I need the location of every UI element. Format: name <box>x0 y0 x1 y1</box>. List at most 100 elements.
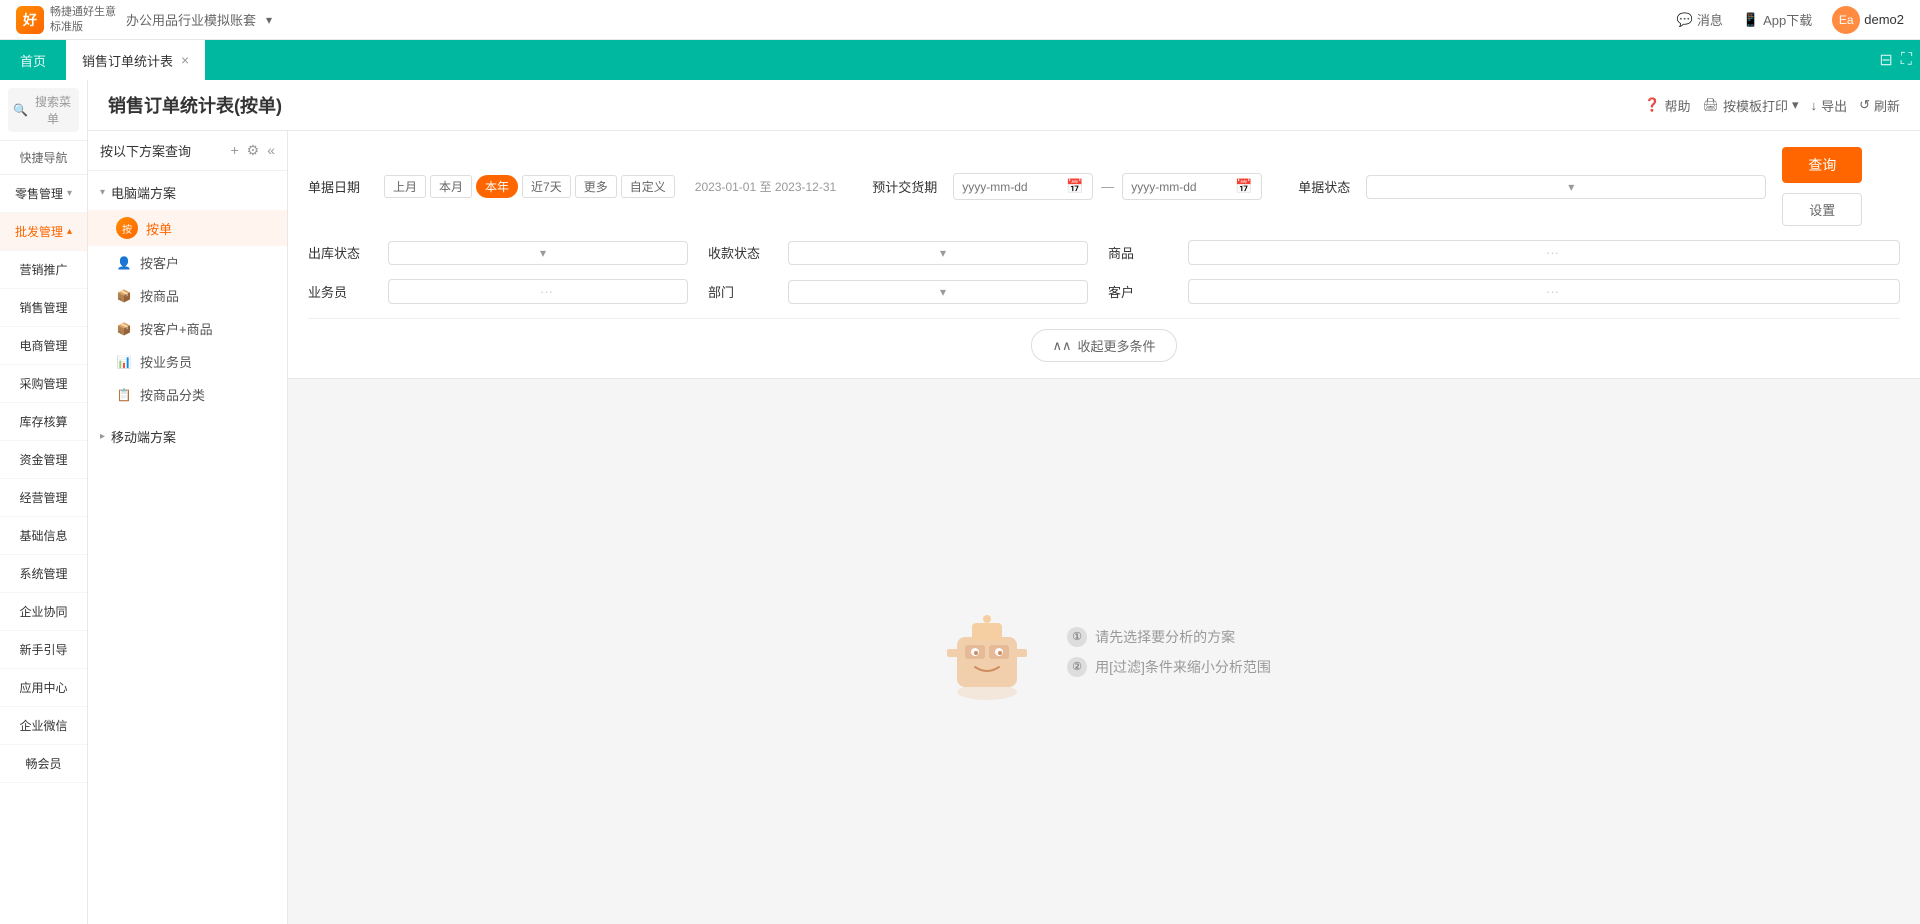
sidebar-item-guide[interactable]: 新手引导 <box>0 631 87 669</box>
sidebar-item-system[interactable]: 系统管理 <box>0 555 87 593</box>
by-product-icon: 📦 <box>116 288 132 304</box>
calendar-end-icon[interactable]: 📅 <box>1235 178 1252 195</box>
top-bar-right: 💬 消息 📱 App下载 Ea demo2 <box>1677 6 1904 34</box>
chevron-up-icon: ▴ <box>67 226 72 237</box>
sidebar-item-marketing[interactable]: 营销推广 <box>0 251 87 289</box>
by-order-icon: 按 <box>116 217 138 239</box>
tab-bar-actions: ⊟ ⛶ <box>1879 40 1920 80</box>
nav-item-by-category[interactable]: 📋 按商品分类 <box>88 378 287 411</box>
add-scheme-btn[interactable]: + <box>230 142 238 159</box>
by-salesperson-icon: 📊 <box>116 354 132 370</box>
department-label: 部门 <box>708 282 768 301</box>
filter-row-3: 业务员 ··· 部门 ▾ 客户 ··· <box>308 279 1900 304</box>
nav-group-desktop-header[interactable]: ▾ 电脑端方案 <box>88 175 287 210</box>
salesperson-ellipsis: ··· <box>540 284 677 299</box>
shipment-chevron-icon: ▾ <box>540 246 677 260</box>
shipment-label: 出库状态 <box>308 243 368 262</box>
empty-illustration <box>937 597 1037 707</box>
settings-scheme-btn[interactable]: ⚙ <box>247 142 260 159</box>
search-menu-btn[interactable]: 🔍 搜索菜单 <box>8 88 79 132</box>
right-main: 销售订单统计表(按单) ❓ 帮助 🖨 按模板打印 ▾ ↓ 导出 ↺ 刷新 <box>88 80 1920 924</box>
sidebar-item-basic-info[interactable]: 基础信息 <box>0 517 87 555</box>
delivery-date-end-input[interactable] <box>1131 180 1231 194</box>
app-download-btn[interactable]: 📱 App下载 <box>1743 10 1812 29</box>
help-btn[interactable]: ❓ 帮助 <box>1644 96 1690 115</box>
dropdown-icon[interactable]: ▾ <box>266 13 272 27</box>
nav-group-mobile-header[interactable]: ▸ 移动端方案 <box>88 419 287 454</box>
left-panel-header: 按以下方案查询 + ⚙ « <box>88 131 287 171</box>
department-select[interactable]: ▾ <box>788 280 1088 304</box>
print-icon: 🖨 <box>1703 97 1720 113</box>
collapse-conditions-btn[interactable]: ∧∧ 收起更多条件 <box>1031 329 1176 362</box>
date-btn-more[interactable]: 更多 <box>575 175 617 198</box>
sidebar-quick-nav[interactable]: 快捷导航 <box>0 141 87 175</box>
collapse-panel-btn[interactable]: « <box>267 142 275 159</box>
sidebar-item-app-center[interactable]: 应用中心 <box>0 669 87 707</box>
sidebar-search: 🔍 搜索菜单 <box>0 80 87 141</box>
status-select[interactable]: ▾ <box>1366 175 1766 199</box>
content-wrapper: 按以下方案查询 + ⚙ « ▾ 电脑端方案 按 按单 <box>88 131 1920 924</box>
nav-item-by-order[interactable]: 按 按单 <box>88 210 287 246</box>
sidebar-item-operations[interactable]: 经营管理 <box>0 479 87 517</box>
sidebar-item-sales[interactable]: 销售管理 <box>0 289 87 327</box>
customer-label: 客户 <box>1108 282 1168 301</box>
nav-group-mobile: ▸ 移动端方案 <box>88 415 287 458</box>
shipment-select[interactable]: ▾ <box>388 241 688 265</box>
delivery-date-inputs: 📅 — 📅 <box>953 173 1262 200</box>
empty-hint-1: ① 请先选择要分析的方案 <box>1067 627 1271 647</box>
salesperson-select[interactable]: ··· <box>388 279 688 304</box>
nav-item-by-customer[interactable]: 👤 按客户 <box>88 246 287 279</box>
calendar-start-icon[interactable]: 📅 <box>1066 178 1083 195</box>
logo-icon: 好 <box>16 6 44 34</box>
status-chevron-icon: ▾ <box>1568 180 1755 194</box>
date-separator: — <box>1101 179 1114 194</box>
top-bar: 好 畅捷通好生意 标准版 办公用品行业模拟账套 ▾ 💬 消息 📱 App下载 E… <box>0 0 1920 40</box>
logo-text: 畅捷通好生意 标准版 <box>50 5 116 34</box>
sidebar-item-wechat[interactable]: 企业微信 <box>0 707 87 745</box>
nav-item-by-product[interactable]: 📦 按商品 <box>88 279 287 312</box>
nav-item-by-salesperson[interactable]: 📊 按业务员 <box>88 345 287 378</box>
tab-close-btn[interactable]: × <box>181 52 189 68</box>
sidebar-item-inventory[interactable]: 库存核算 <box>0 403 87 441</box>
nav-item-by-customer-product[interactable]: 📦 按客户+商品 <box>88 312 287 345</box>
department-chevron-icon: ▾ <box>940 285 1077 299</box>
left-panel: 按以下方案查询 + ⚙ « ▾ 电脑端方案 按 按单 <box>88 131 288 924</box>
collapse-bar: ∧∧ 收起更多条件 <box>308 318 1900 362</box>
export-icon: ↓ <box>1811 98 1818 113</box>
date-btn-this-year[interactable]: 本年 <box>476 175 518 198</box>
page-actions: ❓ 帮助 🖨 按模板打印 ▾ ↓ 导出 ↺ 刷新 <box>1644 96 1900 115</box>
filter-results-area: 单据日期 上月 本月 本年 近7天 更多 自定义 2023-01-01 至 20… <box>288 131 1920 924</box>
sidebar-item-retail[interactable]: 零售管理 ▾ <box>0 175 87 213</box>
export-btn[interactable]: ↓ 导出 <box>1811 96 1848 115</box>
messages-btn[interactable]: 💬 消息 <box>1677 10 1723 29</box>
customer-select[interactable]: ··· <box>1188 279 1900 304</box>
help-icon: ❓ <box>1644 97 1660 113</box>
date-quick-buttons: 上月 本月 本年 近7天 更多 自定义 <box>384 175 675 198</box>
date-btn-last-7-days[interactable]: 近7天 <box>522 175 571 198</box>
sidebar-item-finance[interactable]: 资金管理 <box>0 441 87 479</box>
query-btn[interactable]: 查询 <box>1782 147 1862 183</box>
sidebar-item-wholesale[interactable]: 批发管理 ▴ <box>0 213 87 251</box>
date-btn-last-month[interactable]: 上月 <box>384 175 426 198</box>
filter-row-1: 单据日期 上月 本月 本年 近7天 更多 自定义 2023-01-01 至 20… <box>308 147 1900 226</box>
template-print-btn[interactable]: 🖨 按模板打印 ▾ <box>1703 96 1799 115</box>
date-btn-custom[interactable]: 自定义 <box>621 175 675 198</box>
payment-select[interactable]: ▾ <box>788 241 1088 265</box>
tab-active[interactable]: 销售订单统计表 × <box>66 40 205 80</box>
date-btn-this-month[interactable]: 本月 <box>430 175 472 198</box>
product-ellipsis: ··· <box>1546 245 1889 260</box>
sidebar-item-purchase[interactable]: 采购管理 <box>0 365 87 403</box>
settings-btn[interactable]: 设置 <box>1782 193 1862 226</box>
user-area[interactable]: Ea demo2 <box>1832 6 1904 34</box>
collapse-icon: ∧∧ <box>1052 338 1071 354</box>
delivery-date-start-input[interactable] <box>962 180 1062 194</box>
sidebar-item-ecommerce[interactable]: 电商管理 <box>0 327 87 365</box>
tab-minimize-btn[interactable]: ⊟ <box>1879 50 1892 70</box>
tab-home[interactable]: 首页 <box>0 40 66 80</box>
sidebar-item-member[interactable]: 畅会员 <box>0 745 87 783</box>
product-select[interactable]: ··· <box>1188 240 1900 265</box>
tab-expand-btn[interactable]: ⛶ <box>1901 51 1912 69</box>
delivery-date-end-wrap: 📅 <box>1122 173 1262 200</box>
refresh-btn[interactable]: ↺ 刷新 <box>1859 96 1900 115</box>
sidebar-item-collab[interactable]: 企业协同 <box>0 593 87 631</box>
